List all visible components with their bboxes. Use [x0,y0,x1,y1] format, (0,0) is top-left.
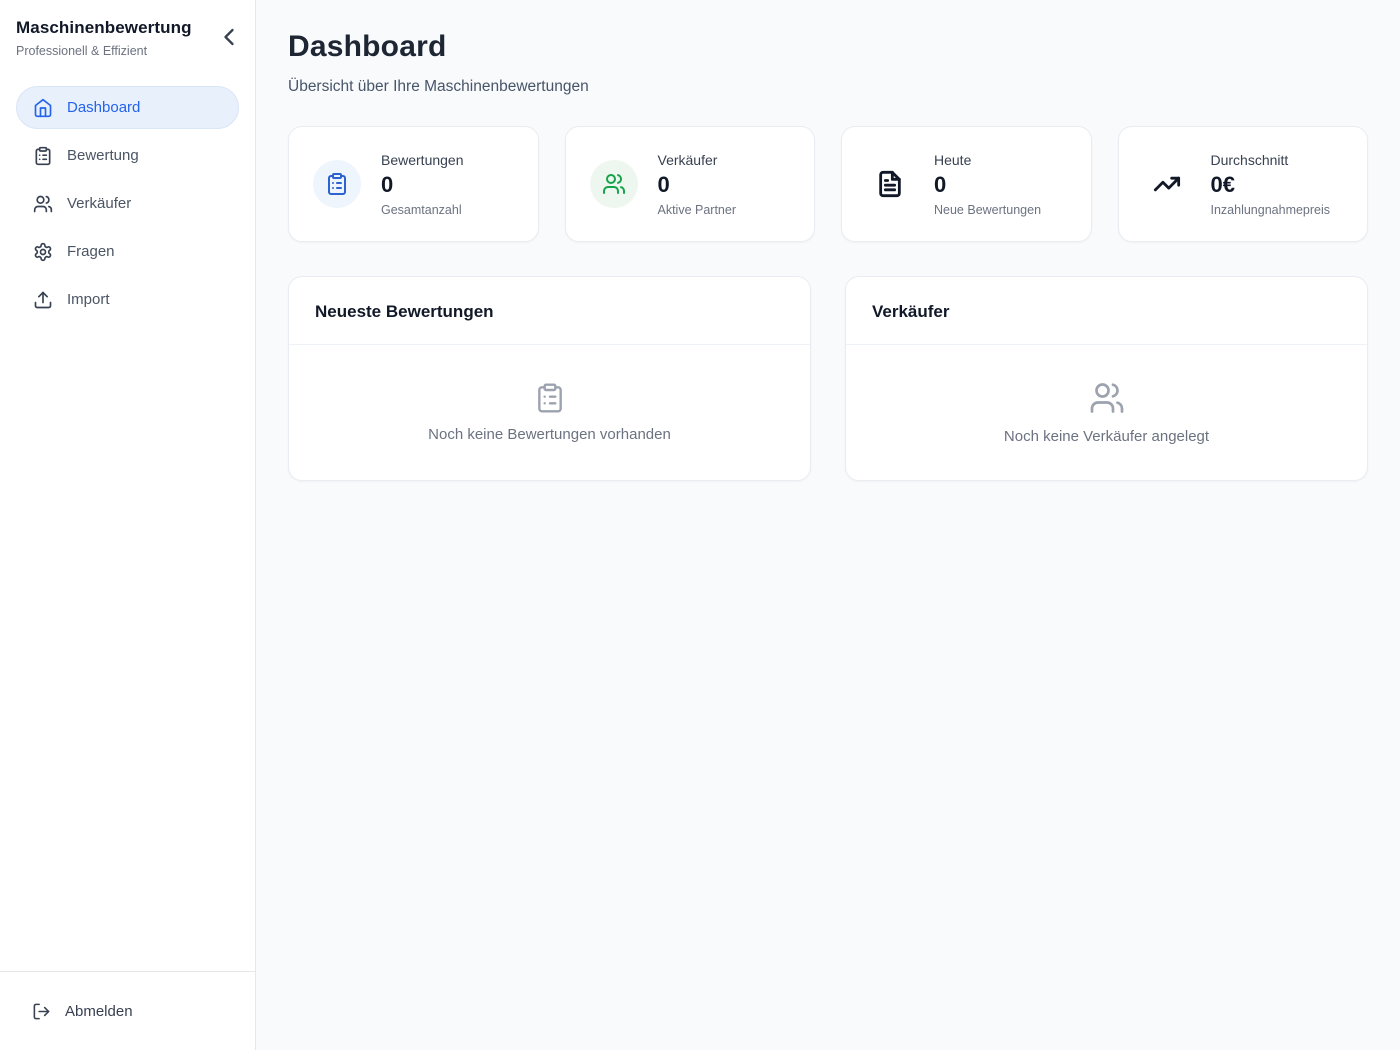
sidebar-item-bewertung[interactable]: Bewertung [16,134,239,177]
stat-sublabel: Aktive Partner [657,202,737,217]
panels-grid: Neueste Bewertungen Noch keine Bewertung… [288,276,1368,481]
sidebar-item-label: Import [67,291,110,308]
clipboard-icon [534,382,566,414]
panel-verkaeufer: Verkäufer Noch keine Verkäufer angelegt [845,276,1368,481]
app-subtitle: Professionell & Effizient [16,44,148,58]
stat-text: Bewertungen 0 Gesamtanzahl [381,152,464,217]
home-icon [33,98,53,118]
stat-card-verkaeufer: Verkäufer 0 Aktive Partner [564,126,815,242]
empty-state-text: Noch keine Verkäufer angelegt [1003,428,1210,445]
stat-sublabel: Gesamtanzahl [381,202,462,217]
stat-value: 0 [381,171,394,197]
sidebar-item-label: Dashboard [67,99,141,116]
stat-value: 0 [934,171,947,197]
panel-empty-state: Noch keine Verkäufer angelegt [846,345,1367,480]
stat-label: Durchschnitt [1210,151,1289,168]
panel-header: Verkäufer [846,277,1367,345]
sidebar-item-dashboard[interactable]: Dashboard [16,86,239,129]
main-content: Dashboard Übersicht über Ihre Maschinenb… [256,0,1400,1050]
sidebar-item-label: Bewertung [67,147,139,164]
stat-card-durchschnitt: Durchschnitt 0€ Inzahlungnahmepreis [1117,126,1368,242]
stat-label: Bewertungen [381,151,464,168]
stat-label: Verkäufer [657,151,718,168]
sidebar: Maschinenbewertung Professionell & Effiz… [0,0,256,1050]
empty-state-text: Noch keine Bewertungen vorhanden [428,426,671,443]
sidebar-collapse-button[interactable] [215,24,243,52]
sidebar-item-fragen[interactable]: Fragen [16,230,239,273]
stat-card-bewertungen: Bewertungen 0 Gesamtanzahl [288,126,539,242]
stat-sublabel: Inzahlungnahmepreis [1210,202,1331,217]
gear-icon [33,242,53,262]
panel-neueste-bewertungen: Neueste Bewertungen Noch keine Bewertung… [288,276,811,481]
chevron-left-icon [215,23,243,54]
sidebar-header: Maschinenbewertung Professionell & Effiz… [0,0,255,78]
panel-header: Neueste Bewertungen [289,277,810,345]
stat-text: Durchschnitt 0€ Inzahlungnahmepreis [1211,152,1331,217]
page-title: Dashboard [288,30,447,63]
sidebar-nav: Dashboard Bewertung Verkäufer Fragen Imp… [0,78,255,971]
stat-sublabel: Neue Bewertungen [934,202,1042,217]
users-icon [589,160,638,208]
app-title: Maschinenbewertung [16,18,192,37]
stat-value: 0 [657,171,670,197]
stat-card-heute: Heute 0 Neue Bewertungen [841,126,1092,242]
panel-title: Neueste Bewertungen [315,302,494,321]
sidebar-item-import[interactable]: Import [16,278,239,321]
sidebar-item-verkaeufer[interactable]: Verkäufer [16,182,239,225]
file-text-icon [866,160,914,208]
stat-text: Verkäufer 0 Aktive Partner [658,152,737,217]
page-subtitle: Übersicht über Ihre Maschinenbewertungen [288,78,589,95]
upload-icon [33,290,53,310]
stats-grid: Bewertungen 0 Gesamtanzahl Verkäufer 0 A… [288,126,1368,242]
sidebar-footer: Abmelden [0,971,255,1050]
stat-label: Heute [934,151,972,168]
sidebar-item-label: Fragen [67,243,115,260]
clipboard-icon [313,160,361,208]
stat-value: 0€ [1210,171,1235,197]
panel-empty-state: Noch keine Bewertungen vorhanden [289,345,810,480]
trending-up-icon [1143,160,1191,208]
stat-text: Heute 0 Neue Bewertungen [934,152,1041,217]
sidebar-item-label: Verkäufer [67,195,132,212]
users-icon [33,194,53,214]
panel-title: Verkäufer [872,302,950,321]
logout-label: Abmelden [65,1002,133,1020]
users-icon [1089,380,1125,416]
sidebar-branding: Maschinenbewertung Professionell & Effiz… [16,18,192,58]
clipboard-icon [33,146,53,166]
logout-icon [32,1002,51,1021]
logout-button[interactable]: Abmelden [16,992,239,1030]
